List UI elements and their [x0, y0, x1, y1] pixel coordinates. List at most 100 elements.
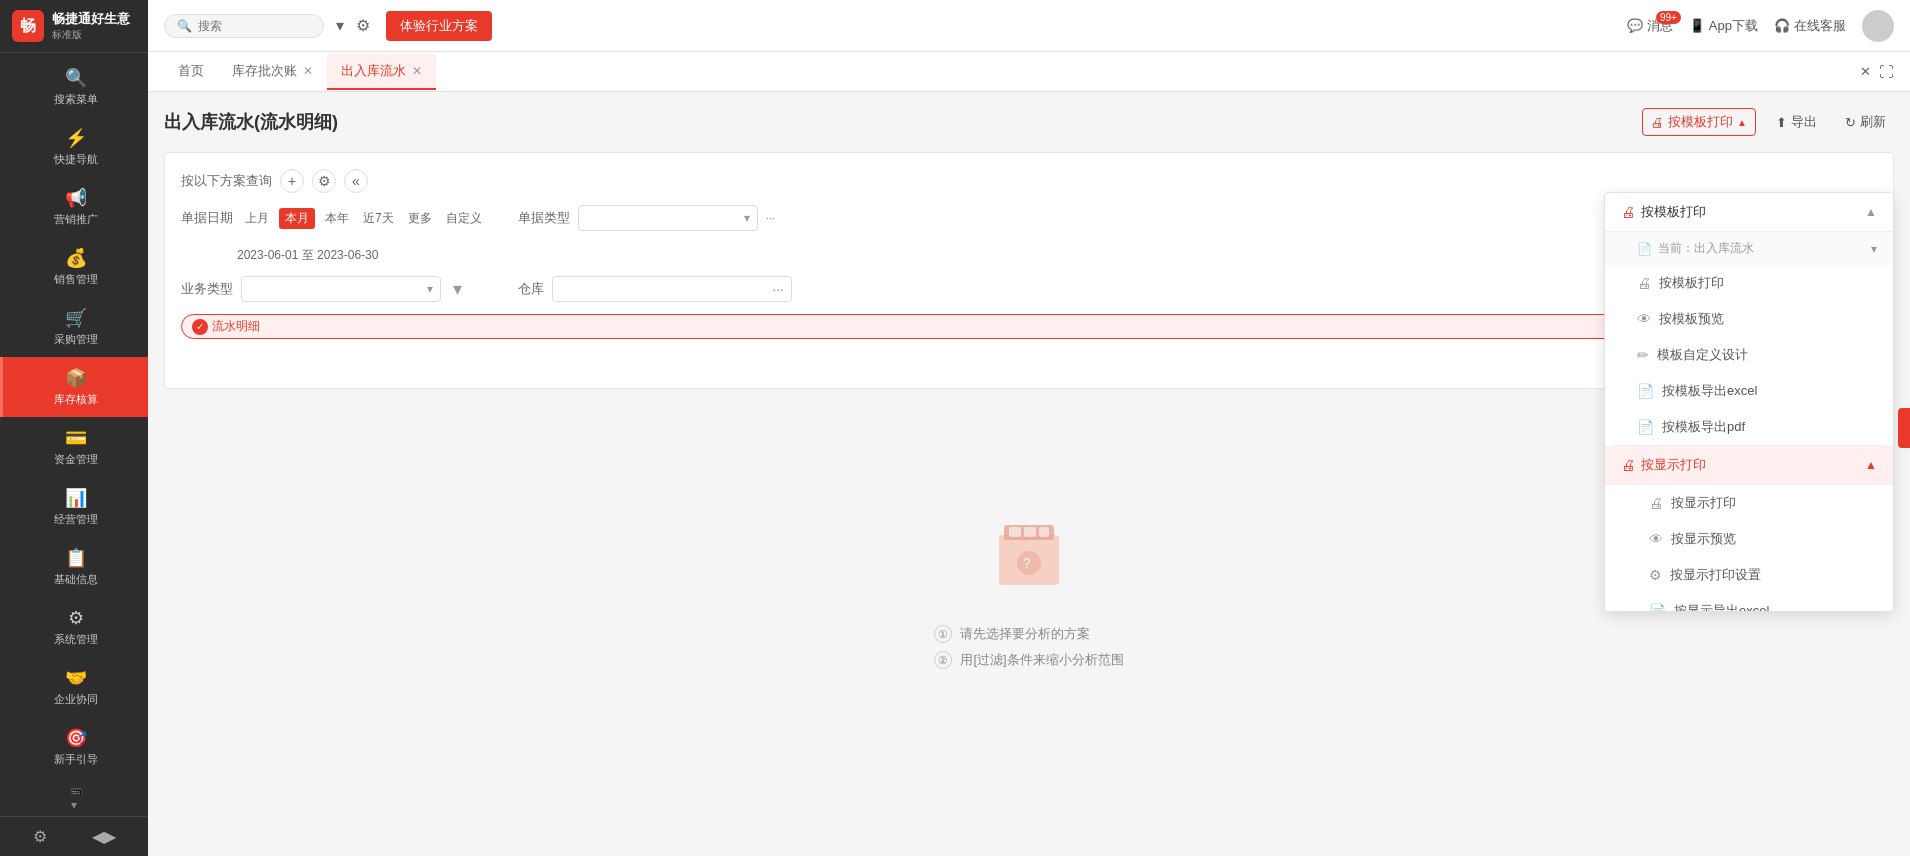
topbar-settings-icon[interactable]: ⚙ [352, 12, 374, 39]
dropdown-preview-template[interactable]: 👁 按模板预览 [1605, 301, 1893, 337]
system-icon: ⚙ [68, 607, 84, 629]
app-center-icon: 📱 [65, 787, 87, 794]
design-icon: ✏ [1637, 347, 1649, 363]
print-template-button[interactable]: 🖨 按模板打印 ▲ [1642, 108, 1756, 136]
date-options: 上月 本月 本年 近7天 更多 自定义 [241, 208, 486, 229]
sidebar-item-app-center[interactable]: 📱 应用中心 [0, 777, 148, 794]
biz-type-dropdown-icon[interactable]: ▾ [453, 278, 462, 300]
dropdown-preview-display[interactable]: 👁 按显示预览 [1605, 521, 1893, 557]
doc-type-more-icon[interactable]: ··· [766, 211, 776, 225]
tab-inventory-flow-close[interactable]: ✕ [412, 64, 422, 78]
message-button[interactable]: 💬 消息 99+ [1627, 17, 1673, 35]
page-content: 出入库流水(流水明细) 🖨 按模板打印 ▲ ⬆ 导出 ↻ 刷新 [148, 92, 1910, 856]
warehouse-label: 仓库 [518, 280, 544, 298]
message-icon: 💬 [1627, 18, 1643, 33]
user-avatar[interactable] [1862, 10, 1894, 42]
tab-inventory-batch-label: 库存批次账 [232, 62, 297, 80]
dropdown-print-settings-display[interactable]: ⚙ 按显示打印设置 [1605, 557, 1893, 593]
industry-solution-button[interactable]: 体验行业方案 [386, 11, 492, 41]
refresh-button[interactable]: ↻ 刷新 [1837, 109, 1894, 135]
tab-inventory-flow[interactable]: 出入库流水 ✕ [327, 54, 436, 90]
date-opt-7days[interactable]: 近7天 [359, 208, 398, 229]
page-header: 出入库流水(流水明细) 🖨 按模板打印 ▲ ⬆ 导出 ↻ 刷新 [164, 108, 1894, 136]
tabs-bar: 首页 库存批次账 ✕ 出入库流水 ✕ ✕ ⛶ [148, 52, 1910, 92]
sidebar-item-inventory[interactable]: 📦 库存核算 [0, 357, 148, 417]
sidebar-label-finance: 资金管理 [54, 452, 98, 467]
warehouse-input[interactable] [552, 276, 792, 302]
sidebar-label-operation: 经营管理 [54, 512, 98, 527]
tab-inventory-batch[interactable]: 库存批次账 ✕ [218, 54, 327, 90]
date-opt-this-year[interactable]: 本年 [321, 208, 353, 229]
sidebar-item-search[interactable]: 🔍 搜索菜单 [0, 57, 148, 117]
sidebar-item-enterprise[interactable]: 🤝 企业协同 [0, 657, 148, 717]
sidebar-item-quick-nav[interactable]: ⚡ 快捷导航 [0, 117, 148, 177]
doc-type-label: 单据类型 [518, 209, 570, 227]
tag-icon: ✓ [192, 319, 208, 335]
current-template-arrow[interactable]: ▾ [1871, 242, 1877, 256]
topbar-search-icon: 🔍 [177, 19, 192, 33]
empty-illustration: ? [979, 505, 1079, 605]
sidebar-item-finance[interactable]: 💳 资金管理 [0, 417, 148, 477]
dropdown-print-template[interactable]: 🖨 按模板打印 [1605, 265, 1893, 301]
print-section2-icon: 🖨 [1621, 457, 1635, 473]
biz-type-label: 业务类型 [181, 280, 233, 298]
date-opt-last-month[interactable]: 上月 [241, 208, 273, 229]
dropdown-export-excel-template[interactable]: 📄 按模板导出excel [1605, 373, 1893, 409]
app-download-button[interactable]: 📱 App下载 [1689, 17, 1758, 35]
dropdown-section2-title: 按显示打印 [1641, 456, 1706, 474]
filter-collapse-button[interactable]: « [344, 169, 368, 193]
tab-home[interactable]: 首页 [164, 54, 218, 90]
tabs-expand-actions: ✕ ⛶ [1860, 63, 1894, 80]
dropdown-section1-header[interactable]: 🖨 按模板打印 ▲ [1605, 193, 1893, 232]
sidebar-item-purchase[interactable]: 🛒 采购管理 [0, 297, 148, 357]
tab-expand-fullscreen-icon[interactable]: ⛶ [1879, 63, 1894, 80]
svg-text:?: ? [1023, 555, 1031, 571]
sidebar-label-inventory: 库存核算 [54, 392, 98, 407]
date-opt-custom[interactable]: 自定义 [442, 208, 486, 229]
topbar-dropdown-icon[interactable]: ▾ [332, 12, 348, 39]
dropdown-export-pdf-template[interactable]: 📄 按模板导出pdf [1605, 409, 1893, 445]
date-opt-this-month[interactable]: 本月 [279, 208, 315, 229]
tab-expand-close-icon[interactable]: ✕ [1860, 64, 1871, 79]
warehouse-more-icon[interactable]: ··· [772, 281, 784, 297]
biz-type-select[interactable] [241, 276, 441, 302]
sidebar-item-sales[interactable]: 💰 销售管理 [0, 237, 148, 297]
dropdown-section1-arrow[interactable]: ▲ [1865, 205, 1877, 219]
tab-inventory-batch-close[interactable]: ✕ [303, 64, 313, 78]
settings-bottom-icon[interactable]: ⚙ [33, 827, 47, 846]
empty-steps-list: ① 请先选择要分析的方案 ② 用[过滤]条件来缩小分析范围 [934, 625, 1123, 677]
export-button[interactable]: ⬆ 导出 [1768, 109, 1825, 135]
sidebar-bottom: ⚙ ◀▶ [0, 816, 148, 856]
doc-type-select[interactable] [578, 205, 758, 231]
sidebar-item-guide[interactable]: 🎯 新手引导 [0, 717, 148, 777]
sidebar-item-system[interactable]: ⚙ 系统管理 [0, 597, 148, 657]
excel-icon-1: 📄 [1637, 383, 1654, 399]
search-input[interactable] [198, 19, 311, 33]
sidebar-toggle-icon[interactable]: ◀▶ [92, 827, 116, 846]
message-badge: 99+ [1656, 11, 1681, 24]
filter-warehouse-item: 仓库 ··· [518, 276, 792, 302]
topbar-actions: ▾ ⚙ [332, 12, 374, 39]
right-edge-button[interactable] [1898, 408, 1910, 448]
app-logo-text: 畅捷通好生意 标准版 [52, 11, 130, 41]
sidebar-item-basic[interactable]: 📋 基础信息 [0, 537, 148, 597]
filter-settings-button[interactable]: ⚙ [312, 169, 336, 193]
sidebar-navigation: 🔍 搜索菜单 ⚡ 快捷导航 📢 营销推广 💰 销售管理 🛒 采购管理 📦 库存核… [0, 53, 148, 794]
tab-inventory-flow-label: 出入库流水 [341, 62, 406, 80]
sidebar-scroll-down[interactable]: ▾ [0, 794, 148, 816]
svg-rect-4 [1039, 527, 1049, 537]
topbar-search-box[interactable]: 🔍 [164, 14, 324, 38]
dropdown-print-display[interactable]: 🖨 按显示打印 [1605, 485, 1893, 521]
online-service-button[interactable]: 🎧 在线客服 [1774, 17, 1846, 35]
topbar-right: 💬 消息 99+ 📱 App下载 🎧 在线客服 [1627, 10, 1894, 42]
sidebar-item-operation[interactable]: 📊 经营管理 [0, 477, 148, 537]
dropdown-section2-header[interactable]: 🖨 按显示打印 ▲ [1605, 446, 1893, 485]
date-opt-more[interactable]: 更多 [404, 208, 436, 229]
filter-add-button[interactable]: + [280, 169, 304, 193]
dropdown-custom-template[interactable]: ✏ 模板自定义设计 [1605, 337, 1893, 373]
dropdown-export-excel-display[interactable]: 📄 按显示导出excel [1605, 593, 1893, 612]
dropdown-section2-arrow[interactable]: ▲ [1865, 458, 1877, 472]
sidebar-item-marketing[interactable]: 📢 营销推广 [0, 177, 148, 237]
guide-icon: 🎯 [65, 727, 87, 749]
marketing-icon: 📢 [65, 187, 87, 209]
